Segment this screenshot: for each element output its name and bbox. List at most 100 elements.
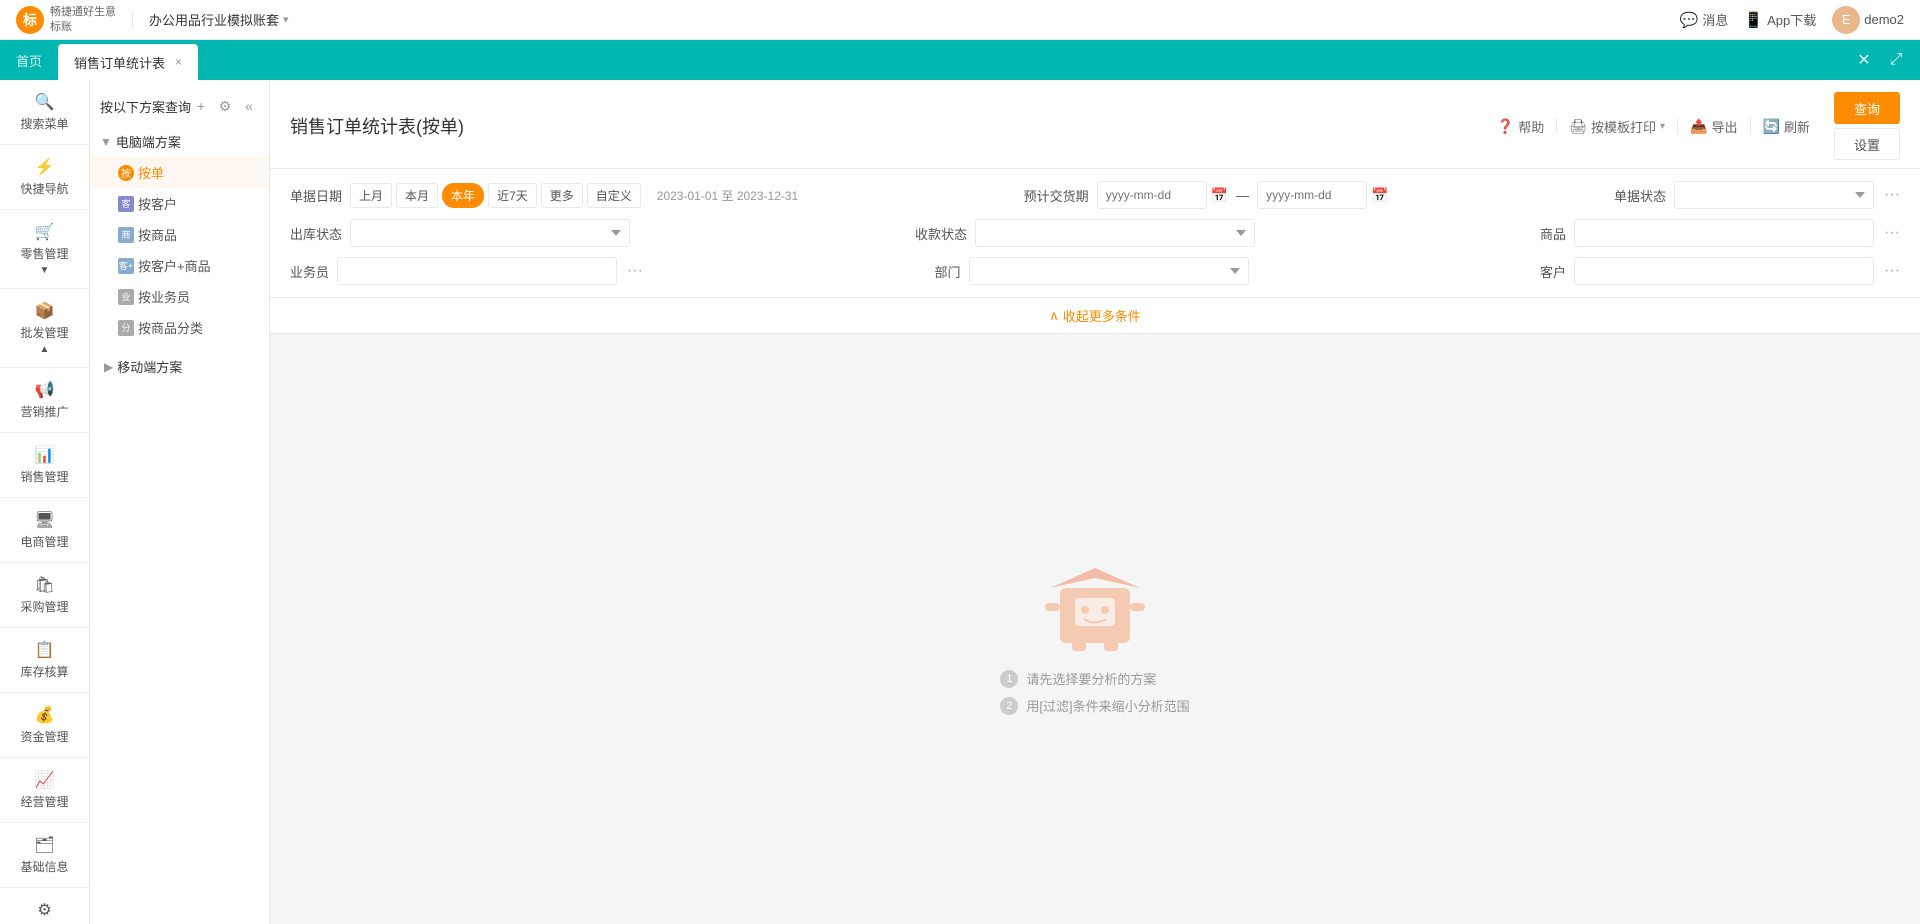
marketing-icon: 📢 [35, 380, 55, 400]
tab-sales-order[interactable]: 销售订单统计表 × [58, 44, 198, 80]
tree-child-label-by-goods: 按商品 [138, 225, 177, 244]
settings-scheme-button[interactable]: ⚙ [215, 96, 235, 116]
maximize-window-button[interactable]: ⤢ [1884, 48, 1908, 72]
tree-pc-label: 电脑端方案 [116, 132, 181, 151]
date-dash: — [1236, 188, 1249, 203]
out-status-select[interactable] [350, 219, 630, 247]
sidebar-item-basic[interactable]: 🗂 基础信息 [0, 823, 89, 888]
user-name: demo2 [1864, 12, 1904, 27]
app-title[interactable]: 办公用品行业模拟账套 ▾ [149, 10, 289, 29]
filter-out-status-item: 出库状态 [290, 219, 630, 247]
date-btn-this-month[interactable]: 本月 [396, 183, 438, 208]
collapse-panel-button[interactable]: « [239, 96, 259, 116]
tree-parent-mobile[interactable]: ▶ 移动端方案 [90, 351, 269, 382]
tree-child-by-category[interactable]: 分 按商品分类 [90, 312, 269, 343]
salesman-dots[interactable]: ··· [627, 262, 643, 280]
ecommerce-icon: 🖥 [34, 510, 54, 530]
sales-icon: 📊 [35, 445, 55, 465]
date-btn-last-month[interactable]: 上月 [350, 183, 392, 208]
filter-status-label: 单据状态 [1614, 186, 1666, 205]
app-download-icon: 📱 [1744, 11, 1763, 29]
tree-child-by-order[interactable]: 按 按单 [90, 157, 269, 188]
app-download-action[interactable]: 📱 App下载 [1744, 10, 1816, 29]
sidebar-item-system[interactable]: ⚙ 系统管理 [0, 888, 89, 924]
sidebar-item-label-wholesale: 批发管理 [20, 324, 68, 341]
collapse-bar[interactable]: ∧ 收起更多条件 [270, 298, 1920, 334]
tree-child-label-by-customer: 按客户 [138, 194, 177, 213]
template-print-action[interactable]: 🖨 按模板打印 ▾ [1569, 117, 1665, 136]
date-btn-this-year[interactable]: 本年 [442, 183, 484, 208]
sidebar-item-quick-nav[interactable]: ⚡ 快捷导航 [0, 145, 89, 210]
sidebar-item-ecommerce[interactable]: 🖥 电商管理 [0, 498, 89, 563]
sidebar-item-search-menu[interactable]: 🔍 搜索菜单 [0, 80, 89, 145]
date-btn-custom[interactable]: 自定义 [587, 183, 641, 208]
dept-select[interactable] [969, 257, 1249, 285]
salesman-input[interactable] [337, 257, 617, 285]
sidebar-item-marketing[interactable]: 📢 营销推广 [0, 368, 89, 433]
tip-text-1: 请先选择要分析的方案 [1026, 669, 1156, 688]
empty-tips: 1 请先选择要分析的方案 2 用[过滤]条件来缩小分析范围 [1000, 669, 1189, 715]
filter-dept-item: 部门 [935, 257, 1249, 285]
tree-child-by-goods[interactable]: 商 按商品 [90, 219, 269, 250]
refresh-label: 刷新 [1784, 117, 1810, 136]
sidebar-item-finance[interactable]: 💰 资金管理 [0, 693, 89, 758]
tree-child-by-customer-goods[interactable]: 客+ 按客户+商品 [90, 250, 269, 281]
sidebar-item-operations[interactable]: 📈 经营管理 [0, 758, 89, 823]
message-action[interactable]: 💬 消息 [1680, 10, 1729, 29]
sidebar-item-inventory[interactable]: 📋 库存核算 [0, 628, 89, 693]
tab-home[interactable]: 首页 [0, 40, 58, 80]
date-btn-more[interactable]: 更多 [541, 183, 583, 208]
user-profile[interactable]: E demo2 [1832, 6, 1904, 34]
tree-child-by-salesman[interactable]: 业 按业务员 [90, 281, 269, 312]
query-button[interactable]: 查询 [1834, 92, 1900, 124]
tree-child-label-by-customer-goods: 按客户+商品 [138, 256, 211, 275]
app-title-text: 办公用品行业模拟账套 [149, 10, 279, 29]
left-panel-header: 按以下方案查询 + ⚙ « [90, 90, 269, 122]
settings-button[interactable]: 设置 [1834, 128, 1900, 160]
out-status-select-wrapper [350, 219, 630, 247]
calendar-from-icon[interactable]: 📅 [1211, 187, 1228, 204]
export-action[interactable]: 📤 导出 [1690, 117, 1737, 136]
goods-input[interactable] [1574, 219, 1874, 247]
close-window-button[interactable]: ✕ [1852, 48, 1876, 72]
forecast-date-to-input[interactable] [1257, 181, 1367, 209]
sidebar-item-purchase[interactable]: 🛍 采购管理 [0, 563, 89, 628]
tree-child-by-customer[interactable]: 客 按客户 [90, 188, 269, 219]
date-btn-7days[interactable]: 近7天 [488, 183, 537, 208]
receipt-status-select[interactable] [975, 219, 1255, 247]
filter-customer-item: 客户 ··· [1540, 257, 1900, 285]
filter-goods-label: 商品 [1540, 224, 1566, 243]
customer-input[interactable] [1574, 257, 1874, 285]
add-scheme-button[interactable]: + [191, 96, 211, 116]
retail-expand-icon: ▼ [40, 265, 50, 276]
refresh-action[interactable]: 🔄 刷新 [1763, 117, 1810, 136]
filter-row-3: 业务员 ··· 部门 [290, 257, 1900, 285]
forecast-date-from-input[interactable] [1097, 181, 1207, 209]
content-area: 按以下方案查询 + ⚙ « ▼ 电脑端方案 按 按单 客 按 [90, 80, 1920, 924]
by-customer-icon: 客 [118, 196, 134, 212]
sidebar-item-wholesale[interactable]: 📦 批发管理 ▲ [0, 289, 89, 368]
sidebar-item-label-finance: 资金管理 [20, 728, 68, 745]
status-select[interactable] [1674, 181, 1874, 209]
forecast-date-to-group: 📅 [1257, 181, 1388, 209]
left-panel-actions: + ⚙ « [191, 96, 259, 116]
tree-mobile-label: 移动端方案 [117, 357, 182, 376]
page-title: 销售订单统计表(按单) [290, 113, 464, 139]
sidebar-item-sales[interactable]: 📊 销售管理 [0, 433, 89, 498]
tab-bar-actions: ✕ ⤢ [1852, 48, 1908, 72]
calendar-to-icon[interactable]: 📅 [1371, 187, 1388, 204]
filter-area: 单据日期 上月 本月 本年 近7天 更多 自定义 2023-01-01 至 20… [270, 169, 1920, 298]
goods-dots[interactable]: ··· [1884, 224, 1900, 242]
help-icon: ❓ [1497, 118, 1514, 135]
sidebar-item-retail[interactable]: 🛒 零售管理 ▼ [0, 210, 89, 289]
filter-receipt-status-label: 收款状态 [915, 224, 967, 243]
filter-date-item: 单据日期 上月 本月 本年 近7天 更多 自定义 [290, 183, 641, 208]
tab-close-icon[interactable]: × [175, 55, 182, 69]
tree-parent-pc[interactable]: ▼ 电脑端方案 [90, 126, 269, 157]
export-label: 导出 [1712, 117, 1738, 136]
filter-customer-label: 客户 [1540, 262, 1566, 281]
customer-dots[interactable]: ··· [1884, 262, 1900, 280]
help-action[interactable]: ❓ 帮助 [1497, 117, 1544, 136]
message-icon: 💬 [1680, 11, 1699, 29]
help-label: 帮助 [1518, 117, 1544, 136]
